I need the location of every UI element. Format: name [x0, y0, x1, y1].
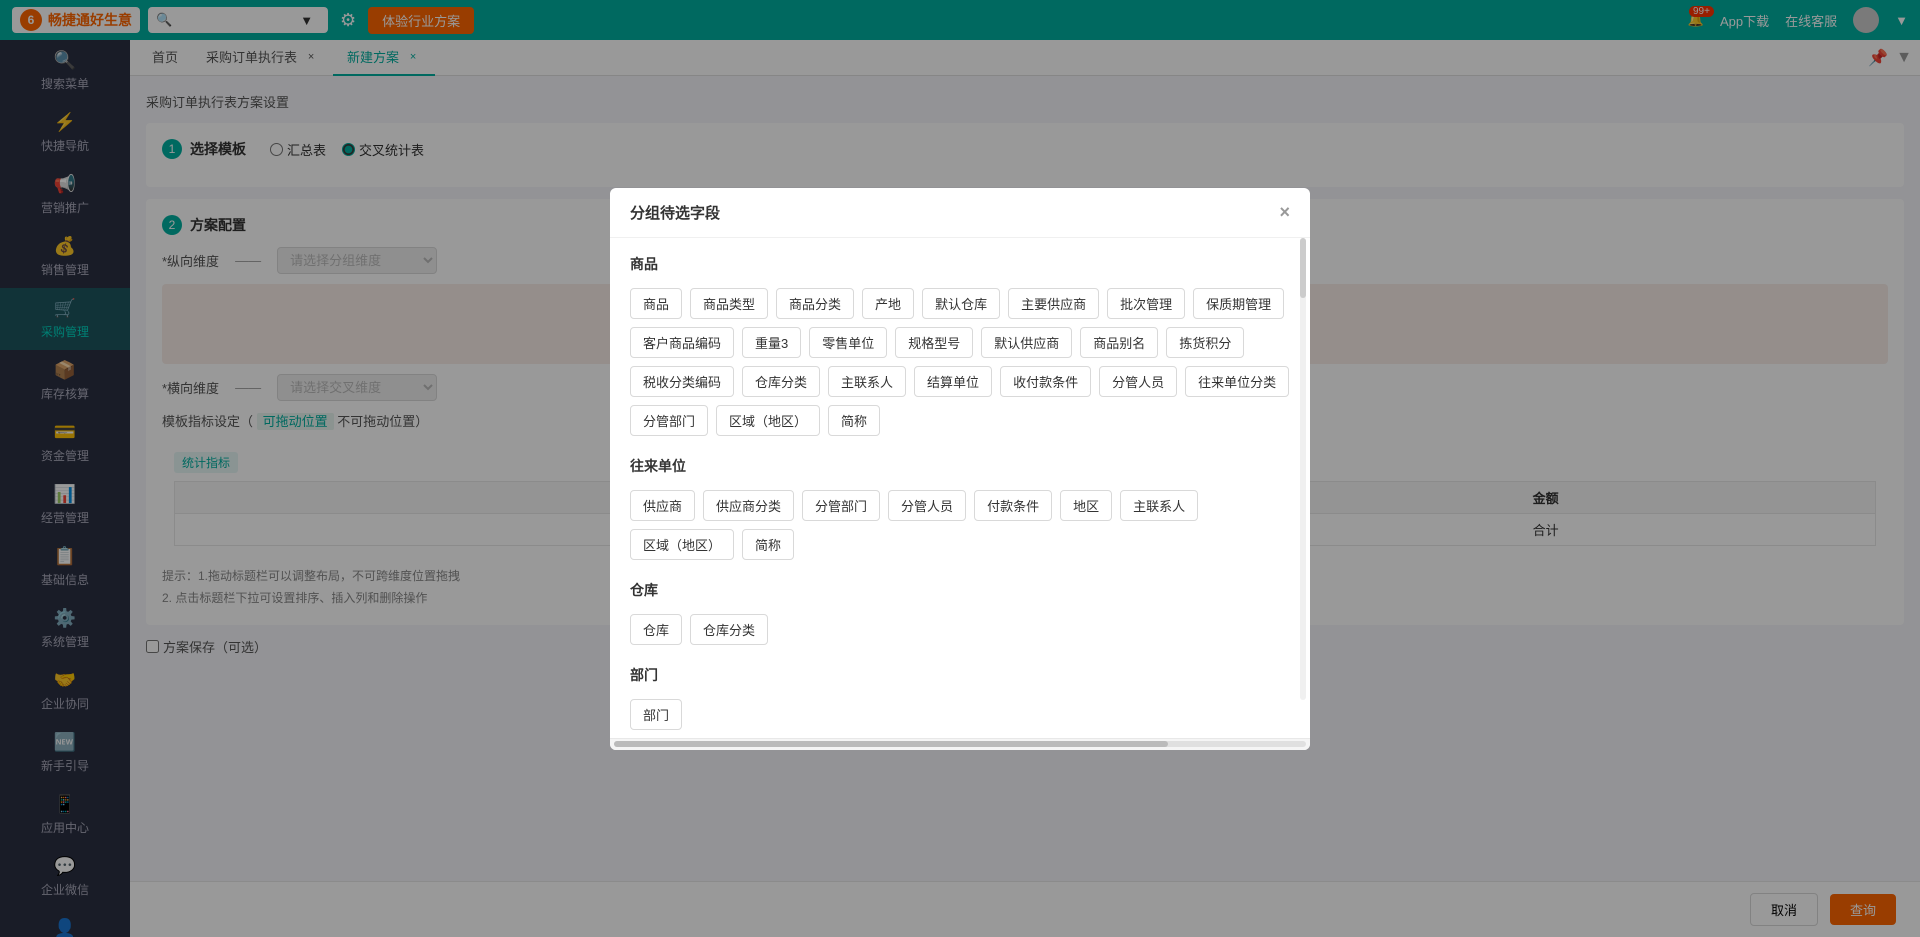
field-chip-partners-供应商分类[interactable]: 供应商分类	[703, 490, 794, 521]
field-chip-goods-商品类型[interactable]: 商品类型	[690, 288, 768, 319]
field-chip-warehouse-仓库分类[interactable]: 仓库分类	[690, 614, 768, 645]
modal-section-department: 部门 部门	[630, 665, 1290, 730]
field-chip-goods-简称[interactable]: 简称	[828, 405, 880, 436]
field-chip-goods-拣货积分[interactable]: 拣货积分	[1166, 327, 1244, 358]
modal-vscroll-thumb	[1300, 238, 1306, 298]
modal-close-button[interactable]: ×	[1279, 202, 1290, 223]
modal-overlay[interactable]: 分组待选字段 × 商品 商品 商品类型 商品分类 产地 默认仓库 主要供应商 批…	[0, 0, 1920, 937]
field-chip-partners-简称[interactable]: 简称	[742, 529, 794, 560]
field-chip-partners-分管人员[interactable]: 分管人员	[888, 490, 966, 521]
modal-vertical-scrollbar[interactable]	[1300, 238, 1306, 700]
modal-title: 分组待选字段	[630, 202, 720, 223]
field-chip-partners-分管部门[interactable]: 分管部门	[802, 490, 880, 521]
modal-section-partners: 往来单位 供应商 供应商分类 分管部门 分管人员 付款条件 地区 主联系人 区域…	[630, 456, 1290, 560]
warehouse-section-title: 仓库	[630, 580, 1290, 604]
field-chip-partners-主联系人[interactable]: 主联系人	[1120, 490, 1198, 521]
field-chip-goods-仓库分类[interactable]: 仓库分类	[742, 366, 820, 397]
partners-field-grid: 供应商 供应商分类 分管部门 分管人员 付款条件 地区 主联系人 区域（地区） …	[630, 490, 1290, 560]
field-chip-goods-商品分类[interactable]: 商品分类	[776, 288, 854, 319]
warehouse-field-grid: 仓库 仓库分类	[630, 614, 1290, 645]
modal-body: 商品 商品 商品类型 商品分类 产地 默认仓库 主要供应商 批次管理 保质期管理…	[610, 238, 1310, 738]
field-chip-partners-供应商[interactable]: 供应商	[630, 490, 695, 521]
modal-hscroll-thumb	[614, 741, 1168, 747]
field-chip-goods-产地[interactable]: 产地	[862, 288, 914, 319]
field-chip-goods-分管人员[interactable]: 分管人员	[1099, 366, 1177, 397]
modal-header: 分组待选字段 ×	[610, 188, 1310, 238]
field-chip-goods-默认供应商[interactable]: 默认供应商	[981, 327, 1072, 358]
goods-field-grid: 商品 商品类型 商品分类 产地 默认仓库 主要供应商 批次管理 保质期管理 客户…	[630, 288, 1290, 436]
field-chip-goods-规格型号[interactable]: 规格型号	[895, 327, 973, 358]
field-chip-department-部门[interactable]: 部门	[630, 699, 682, 730]
field-chip-goods-默认仓库[interactable]: 默认仓库	[922, 288, 1000, 319]
department-section-title: 部门	[630, 665, 1290, 689]
field-chip-goods-商品别名[interactable]: 商品别名	[1080, 327, 1158, 358]
field-chip-goods-商品[interactable]: 商品	[630, 288, 682, 319]
modal-hscroll-track	[614, 741, 1306, 747]
field-chip-goods-税收分类编码[interactable]: 税收分类编码	[630, 366, 734, 397]
department-field-grid: 部门	[630, 699, 1290, 730]
field-chip-goods-分管部门[interactable]: 分管部门	[630, 405, 708, 436]
partners-section-title: 往来单位	[630, 456, 1290, 480]
field-chip-goods-往来单位分类[interactable]: 往来单位分类	[1185, 366, 1289, 397]
field-chip-goods-客户商品编码[interactable]: 客户商品编码	[630, 327, 734, 358]
field-chip-partners-付款条件[interactable]: 付款条件	[974, 490, 1052, 521]
field-chip-partners-区域地区[interactable]: 区域（地区）	[630, 529, 734, 560]
field-chip-warehouse-仓库[interactable]: 仓库	[630, 614, 682, 645]
goods-section-title: 商品	[630, 254, 1290, 278]
field-chip-goods-主要供应商[interactable]: 主要供应商	[1008, 288, 1099, 319]
field-chip-goods-保质期管理[interactable]: 保质期管理	[1193, 288, 1284, 319]
modal-section-warehouse: 仓库 仓库 仓库分类	[630, 580, 1290, 645]
modal: 分组待选字段 × 商品 商品 商品类型 商品分类 产地 默认仓库 主要供应商 批…	[610, 188, 1310, 750]
field-chip-goods-区域地区[interactable]: 区域（地区）	[716, 405, 820, 436]
field-chip-goods-零售单位[interactable]: 零售单位	[809, 327, 887, 358]
field-chip-goods-主联系人[interactable]: 主联系人	[828, 366, 906, 397]
modal-section-goods: 商品 商品 商品类型 商品分类 产地 默认仓库 主要供应商 批次管理 保质期管理…	[630, 254, 1290, 436]
field-chip-goods-结算单位[interactable]: 结算单位	[914, 366, 992, 397]
field-chip-goods-批次管理[interactable]: 批次管理	[1107, 288, 1185, 319]
field-chip-goods-重量3[interactable]: 重量3	[742, 327, 801, 358]
field-chip-partners-地区[interactable]: 地区	[1060, 490, 1112, 521]
field-chip-goods-收付款条件[interactable]: 收付款条件	[1000, 366, 1091, 397]
modal-horizontal-scrollbar[interactable]	[610, 738, 1310, 750]
